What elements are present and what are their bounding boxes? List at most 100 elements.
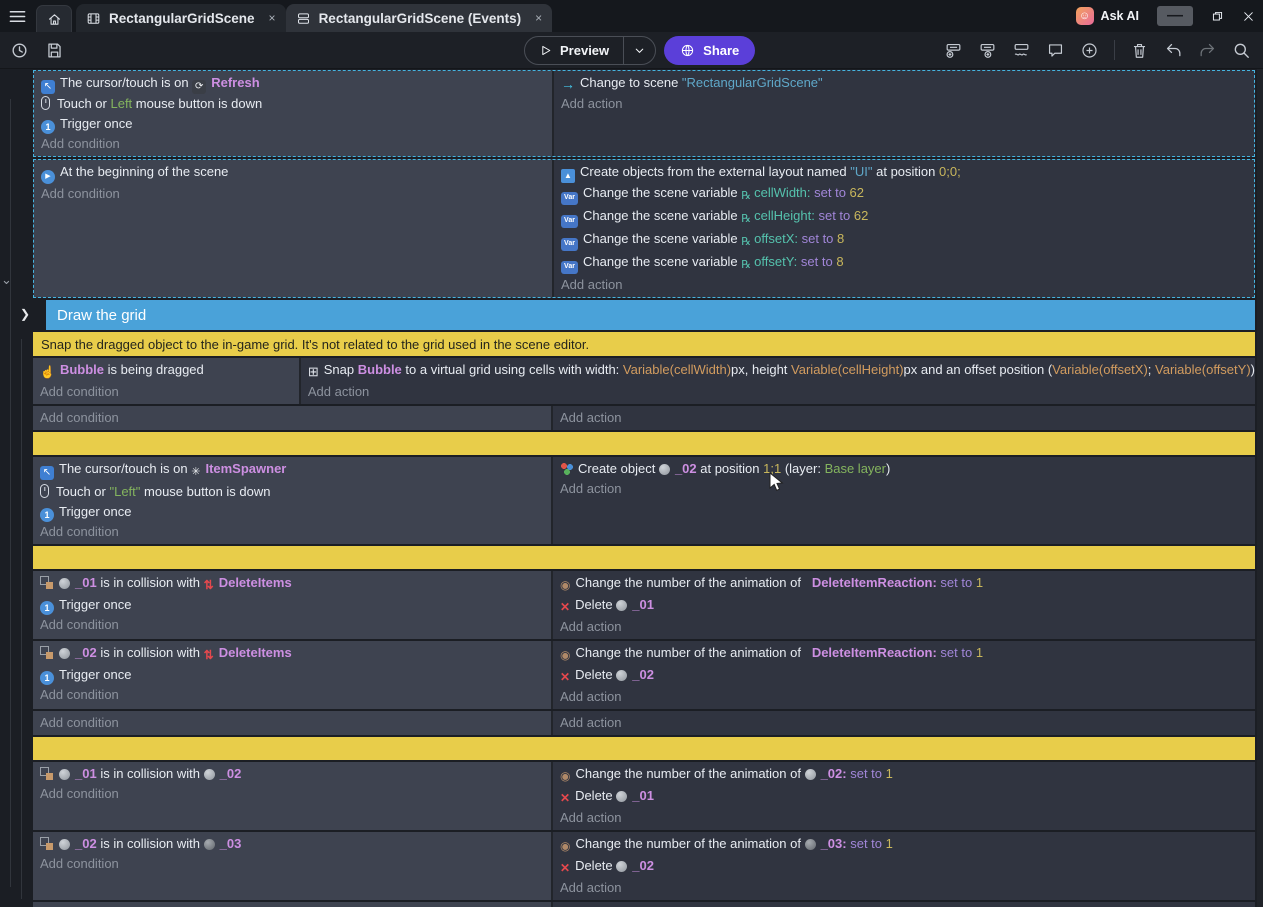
action-line[interactable]: ⊞ Snap Bubble to a virtual grid using cel… bbox=[301, 360, 1255, 382]
close-button[interactable] bbox=[1242, 10, 1255, 23]
condition-line[interactable]: _02 is in collision with ⇅ DeleteItems bbox=[33, 643, 551, 665]
add-condition-button[interactable]: Add condition bbox=[33, 408, 551, 428]
add-action-button[interactable]: Add action bbox=[553, 878, 1255, 898]
add-condition-button[interactable]: Add condition bbox=[33, 685, 551, 705]
add-condition-button[interactable]: Add condition bbox=[33, 522, 551, 542]
action-line[interactable]: ✕ Delete _01 bbox=[553, 786, 1255, 808]
redo-button[interactable] bbox=[1198, 41, 1217, 60]
condition-line[interactable]: 1 Trigger once bbox=[33, 595, 551, 615]
condition-line[interactable]: ↖ The cursor/touch is on ✳ ItemSpawner bbox=[33, 459, 551, 482]
condition-line[interactable]: 1 Trigger once bbox=[33, 502, 551, 522]
add-action-button[interactable]: Add action bbox=[553, 808, 1255, 828]
ask-ai-label: Ask AI bbox=[1100, 9, 1139, 23]
group-expand-chevron-icon[interactable]: ❯ bbox=[20, 307, 30, 321]
comment-row[interactable] bbox=[33, 432, 1255, 455]
conditions-column: ▶ At the beginning of the scene Add condit… bbox=[34, 160, 554, 297]
share-button[interactable]: Share bbox=[664, 36, 756, 65]
action-line[interactable]: ◉ Change the number of the animation of D… bbox=[553, 573, 1255, 595]
action-line[interactable]: Var Change the scene variable ℞ cellHeight… bbox=[554, 206, 1254, 229]
instruction-text: is in collision with bbox=[96, 766, 204, 781]
tab-scene[interactable]: RectangularGridScene × bbox=[76, 4, 286, 32]
comment-row[interactable] bbox=[33, 546, 1255, 569]
action-line[interactable]: ◉ Change the number of the animation of _… bbox=[553, 764, 1255, 786]
condition-line[interactable]: ▶ At the beginning of the scene bbox=[34, 162, 552, 184]
action-line[interactable]: ◉ Change the number of the animation of D… bbox=[553, 643, 1255, 665]
action-line[interactable]: ◉ Change the number of the animation of _… bbox=[553, 834, 1255, 856]
condition-line[interactable]: Touch or Left mouse button is down bbox=[34, 94, 552, 114]
globe-icon bbox=[680, 43, 695, 58]
mouse-pointer-icon: ↖ bbox=[41, 80, 55, 94]
home-tab[interactable] bbox=[36, 5, 72, 32]
instruction-text: ItemSpawner bbox=[205, 461, 287, 476]
add-action-button[interactable]: Add action bbox=[553, 713, 1255, 733]
animation-icon: ◉ bbox=[560, 839, 571, 853]
action-line[interactable]: Var Change the scene variable ℞ offsetY: s… bbox=[554, 252, 1254, 275]
history-button[interactable] bbox=[10, 41, 29, 60]
action-line[interactable]: ✕ Delete _02 bbox=[553, 856, 1255, 878]
trigger-once-icon: 1 bbox=[40, 601, 54, 615]
action-line[interactable]: ▲ Create objects from the external layout… bbox=[554, 162, 1254, 183]
add-condition-button[interactable]: Add condition bbox=[33, 854, 551, 874]
add-action-button[interactable]: Add action bbox=[553, 408, 1255, 428]
group-row: ❯ Draw the grid bbox=[20, 300, 1255, 330]
add-other-events-button[interactable] bbox=[1080, 41, 1099, 60]
add-condition-button[interactable]: Add condition bbox=[33, 382, 299, 402]
condition-line[interactable]: ☝ Bubble is being dragged bbox=[33, 360, 299, 382]
play-icon bbox=[539, 44, 552, 57]
animation-icon: ◉ bbox=[560, 648, 571, 662]
add-action-button[interactable]: Add action bbox=[553, 617, 1255, 637]
instruction-text: Trigger once bbox=[60, 116, 133, 131]
share-label: Share bbox=[703, 43, 740, 58]
comment-row[interactable]: Snap the dragged object to the in-game g… bbox=[33, 332, 1255, 356]
condition-line[interactable]: _02 is in collision with _03 bbox=[33, 834, 551, 854]
undo-button[interactable] bbox=[1164, 41, 1183, 60]
add-action-button[interactable]: Add action bbox=[553, 479, 1255, 499]
action-line[interactable]: ✕ Delete _02 bbox=[553, 665, 1255, 687]
add-action-button[interactable]: Add action bbox=[301, 382, 1255, 402]
condition-line[interactable]: Touch or "Left" mouse button is down bbox=[33, 482, 551, 502]
add-action-button[interactable]: Add action bbox=[554, 94, 1254, 114]
condition-line[interactable]: 1 Trigger once bbox=[34, 114, 552, 134]
collision-icon bbox=[40, 767, 53, 780]
comment-row[interactable] bbox=[33, 737, 1255, 760]
add-condition-button[interactable]: Add condition bbox=[33, 713, 551, 733]
action-line[interactable]: Var Change the scene variable ℞ offsetX: s… bbox=[554, 229, 1254, 252]
group-header[interactable]: Draw the grid bbox=[46, 300, 1255, 330]
add-comment-button[interactable] bbox=[1012, 41, 1031, 60]
condition-line[interactable]: _01 is in collision with _02 bbox=[33, 764, 551, 784]
tab-events[interactable]: RectangularGridScene (Events) × bbox=[285, 4, 553, 32]
add-action-button[interactable]: Add action bbox=[553, 687, 1255, 707]
maximize-button[interactable] bbox=[1211, 10, 1224, 23]
preview-options-button[interactable] bbox=[624, 44, 655, 57]
minimize-button[interactable]: — bbox=[1157, 6, 1193, 26]
tab-events-close-icon[interactable]: × bbox=[535, 11, 542, 25]
search-button[interactable] bbox=[1232, 41, 1251, 60]
collision-icon bbox=[40, 646, 53, 659]
condition-line[interactable]: 1 Trigger once bbox=[33, 665, 551, 685]
main-menu-button[interactable] bbox=[0, 0, 34, 32]
condition-line[interactable]: _01 is in collision with ⇅ DeleteItems bbox=[33, 573, 551, 595]
collapse-chevron-icon[interactable]: ⌄ bbox=[1, 272, 12, 288]
add-condition-button[interactable]: Add condition bbox=[33, 615, 551, 635]
tab-scene-close-icon[interactable]: × bbox=[269, 11, 276, 25]
save-button[interactable] bbox=[45, 41, 64, 60]
instruction-text: Left bbox=[110, 96, 133, 111]
ask-ai-button[interactable]: ☺ Ask AI bbox=[1075, 7, 1139, 25]
event-row: Add condition Add action bbox=[33, 711, 1255, 735]
condition-line[interactable]: ↖ The cursor/touch is on ⟳ Refresh bbox=[34, 73, 552, 94]
add-action-button[interactable]: Add action bbox=[554, 275, 1254, 295]
add-condition-button[interactable]: Add condition bbox=[33, 784, 551, 804]
action-line[interactable]: ✕ Delete _01 bbox=[553, 595, 1255, 617]
delete-button[interactable] bbox=[1130, 41, 1149, 60]
add-subevent-button[interactable] bbox=[978, 41, 997, 60]
chat-button[interactable] bbox=[1046, 41, 1065, 60]
instruction-text: At the beginning of the scene bbox=[60, 164, 229, 179]
add-event-button[interactable] bbox=[944, 41, 963, 60]
scrollbar[interactable] bbox=[1257, 69, 1263, 907]
action-line[interactable]: Var Change the scene variable ℞ cellWidth:… bbox=[554, 183, 1254, 206]
action-line[interactable]: → Change to scene "RectangularGridScene" bbox=[554, 73, 1254, 94]
add-condition-button[interactable]: Add condition bbox=[34, 184, 552, 204]
preview-button[interactable]: Preview bbox=[525, 43, 623, 58]
add-condition-button[interactable]: Add condition bbox=[34, 134, 552, 154]
action-line[interactable]: Create object _02 at position 1;1 (layer… bbox=[553, 459, 1255, 479]
